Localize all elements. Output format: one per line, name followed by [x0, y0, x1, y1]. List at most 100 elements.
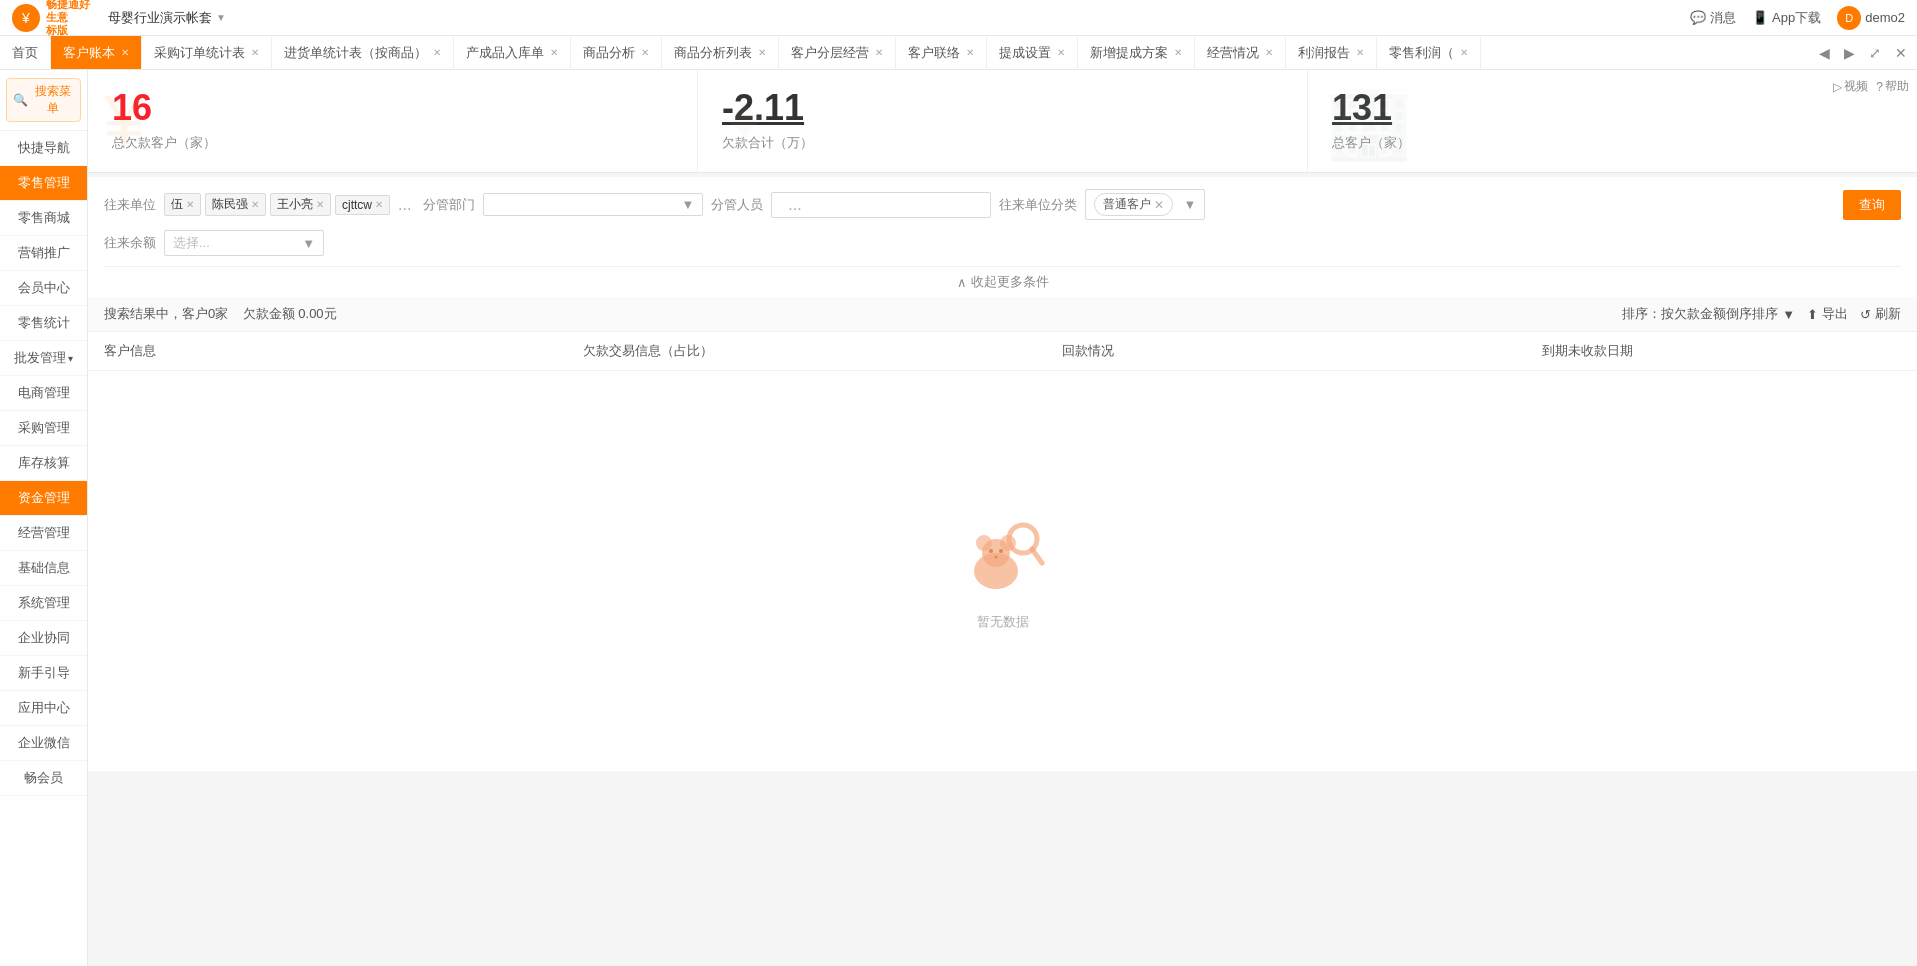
tab-promotion-settings-close[interactable]: ✕ [1057, 47, 1065, 58]
sidebar-item-member[interactable]: 畅会员 [0, 761, 87, 796]
nav-close-all-btn[interactable]: ✕ [1891, 43, 1911, 63]
tab-product-analysis-list[interactable]: 商品分析列表 ✕ [662, 36, 779, 70]
sidebar-item-inventory[interactable]: 库存核算 [0, 446, 87, 481]
tab-operations-label: 经营情况 [1207, 44, 1259, 62]
filter-tag-cjttcw: cjttcw ✕ [335, 195, 390, 215]
tab-retail-profit-close[interactable]: ✕ [1460, 47, 1468, 58]
empty-illustration [958, 511, 1048, 601]
filter-category-tag-close[interactable]: ✕ [1154, 198, 1164, 212]
sidebar-item-enterprise-collab[interactable]: 企业协同 [0, 621, 87, 656]
sidebar-item-enterprise-wechat[interactable]: 企业微信 [0, 726, 87, 761]
tab-product-analysis-list-label: 商品分析列表 [674, 44, 752, 62]
sidebar-item-member-center[interactable]: 会员中心 [0, 271, 87, 306]
main-layout: 🔍 搜索菜单 快捷导航 零售管理 零售商城 营销推广 会员中心 零售统计 批发管… [0, 70, 1917, 966]
tab-operations[interactable]: 经营情况 ✕ [1195, 36, 1286, 70]
stat-debt-amount: ✦ -2.11 欠款合计（万） [698, 70, 1308, 172]
sidebar-item-system[interactable]: 系统管理 [0, 586, 87, 621]
filter-tag-wu: 伍 ✕ [164, 193, 201, 216]
filter-row-2: 往来余额 选择... ▼ [104, 230, 1901, 256]
sidebar-item-retail-mall[interactable]: 零售商城 [0, 201, 87, 236]
filter-remaining-select[interactable]: 选择... ▼ [164, 230, 324, 256]
tab-accounts-close[interactable]: ✕ [121, 47, 129, 58]
sidebar-item-basic-info[interactable]: 基础信息 [0, 551, 87, 586]
messages-btn[interactable]: 💬 消息 [1690, 9, 1736, 27]
tab-stock-stats-close[interactable]: ✕ [433, 47, 441, 58]
help-link[interactable]: ? 帮助 [1876, 78, 1909, 95]
tab-accounts[interactable]: 客户账本 ✕ [51, 36, 142, 70]
result-actions: 排序：按欠款金额倒序排序 ▼ ⬆ 导出 ↺ 刷新 [1622, 305, 1901, 323]
sidebar-item-app-center[interactable]: 应用中心 [0, 691, 87, 726]
sidebar-item-ops-mgmt[interactable]: 经营管理 [0, 516, 87, 551]
company-selector[interactable]: 母婴行业演示帐套 ▼ [108, 9, 226, 27]
sidebar-item-retail-stats[interactable]: 零售统计 [0, 306, 87, 341]
filter-row-1: 往来单位 伍 ✕ 陈民强 ✕ 王小亮 ✕ cjttcw [104, 189, 1901, 220]
search-menu-btn[interactable]: 🔍 搜索菜单 [6, 78, 81, 122]
tab-customer-tier-close[interactable]: ✕ [875, 47, 883, 58]
tab-promotion-settings-label: 提成设置 [999, 44, 1051, 62]
filter-branch-person-select[interactable]: ... [771, 192, 991, 218]
nav-scroll-right-btn[interactable]: ▶ [1840, 43, 1859, 63]
tab-customer-contact[interactable]: 客户联络 ✕ [896, 36, 987, 70]
wholesale-arrow-icon: ▾ [68, 353, 73, 364]
nav-scroll-left-btn[interactable]: ◀ [1815, 43, 1834, 63]
table-container: 客户信息 欠款交易信息（占比） 回款情况 到期未收款日期 [88, 332, 1917, 771]
tab-profit-report[interactable]: 利润报告 ✕ [1286, 36, 1377, 70]
tab-promotion-settings[interactable]: 提成设置 ✕ [987, 36, 1078, 70]
play-icon: ▷ [1833, 80, 1842, 94]
tab-production-stock[interactable]: 产成品入库单 ✕ [454, 36, 571, 70]
tab-accounts-label: 客户账本 [63, 44, 115, 62]
sidebar-item-marketing[interactable]: 营销推广 [0, 236, 87, 271]
empty-text: 暂无数据 [977, 613, 1029, 631]
tab-profit-report-close[interactable]: ✕ [1356, 47, 1364, 58]
stat-debt-customers: ¥ 16 总欠款客户（家） [88, 70, 698, 172]
filter-branch-person-ellipsis[interactable]: ... [784, 196, 805, 214]
tab-purchase-orders[interactable]: 采购订单统计表 ✕ [142, 36, 272, 70]
filter-tag-wu-close[interactable]: ✕ [186, 199, 194, 210]
tab-customer-tier-label: 客户分层经营 [791, 44, 869, 62]
tab-retail-profit[interactable]: 零售利润（ ✕ [1377, 36, 1481, 70]
help-icon: ? [1876, 80, 1883, 94]
nav-expand-btn[interactable]: ⤢ [1865, 43, 1885, 63]
sort-label: 排序：按欠款金额倒序排序 [1622, 305, 1778, 323]
tab-new-promotion-close[interactable]: ✕ [1174, 47, 1182, 58]
tab-customer-tier[interactable]: 客户分层经营 ✕ [779, 36, 896, 70]
tab-production-stock-close[interactable]: ✕ [550, 47, 558, 58]
sidebar-item-ecommerce[interactable]: 电商管理 [0, 376, 87, 411]
sidebar-item-wholesale[interactable]: 批发管理 ▾ [0, 341, 87, 376]
tab-purchase-orders-close[interactable]: ✕ [251, 47, 259, 58]
sort-selector[interactable]: 排序：按欠款金额倒序排序 ▼ [1622, 305, 1795, 323]
user-menu[interactable]: D demo2 [1837, 6, 1905, 30]
content-area: ¥ 16 总欠款客户（家） ✦ -2.11 欠款合计（万） 🏢 131 总客户（… [88, 70, 1917, 966]
tab-customer-contact-close[interactable]: ✕ [966, 47, 974, 58]
sidebar-item-finance[interactable]: 资金管理 [0, 481, 87, 516]
message-icon: 💬 [1690, 10, 1706, 25]
filter-tags-more[interactable]: ... [394, 196, 415, 214]
avatar: D [1837, 6, 1861, 30]
filter-tag-cjttcw-close[interactable]: ✕ [375, 199, 383, 210]
stat-bg-icon-2: ✦ [714, 79, 774, 163]
filter-tag-wang-close[interactable]: ✕ [316, 199, 324, 210]
video-link[interactable]: ▷ 视频 [1833, 78, 1868, 95]
stat-label-debt-customers: 总欠款客户（家） [112, 134, 673, 152]
collapse-filter-btn[interactable]: ∧ 收起更多条件 [104, 266, 1901, 297]
export-btn[interactable]: ⬆ 导出 [1807, 305, 1848, 323]
sidebar-item-retail[interactable]: 零售管理 [0, 166, 87, 201]
app-download-btn[interactable]: 📱 App下载 [1752, 9, 1821, 27]
sidebar: 🔍 搜索菜单 快捷导航 零售管理 零售商城 营销推广 会员中心 零售统计 批发管… [0, 70, 88, 966]
sidebar-item-quick-nav[interactable]: 快捷导航 [0, 131, 87, 166]
tab-operations-close[interactable]: ✕ [1265, 47, 1273, 58]
filter-branch-dept-select[interactable]: ▼ [483, 193, 703, 216]
tab-product-analysis-close[interactable]: ✕ [641, 47, 649, 58]
filter-client-category-select[interactable]: 普通客户 ✕ ▼ [1085, 189, 1205, 220]
refresh-btn[interactable]: ↺ 刷新 [1860, 305, 1901, 323]
query-button[interactable]: 查询 [1843, 190, 1901, 220]
stat-number-debt-customers: 16 [112, 90, 673, 126]
tab-home[interactable]: 首页 [0, 36, 51, 70]
tab-product-analysis-list-close[interactable]: ✕ [758, 47, 766, 58]
tab-product-analysis[interactable]: 商品分析 ✕ [571, 36, 662, 70]
filter-tag-chen-close[interactable]: ✕ [251, 199, 259, 210]
tab-new-promotion[interactable]: 新增提成方案 ✕ [1078, 36, 1195, 70]
sidebar-item-purchase[interactable]: 采购管理 [0, 411, 87, 446]
sidebar-item-new-guide[interactable]: 新手引导 [0, 656, 87, 691]
tab-stock-stats[interactable]: 进货单统计表（按商品） ✕ [272, 36, 454, 70]
